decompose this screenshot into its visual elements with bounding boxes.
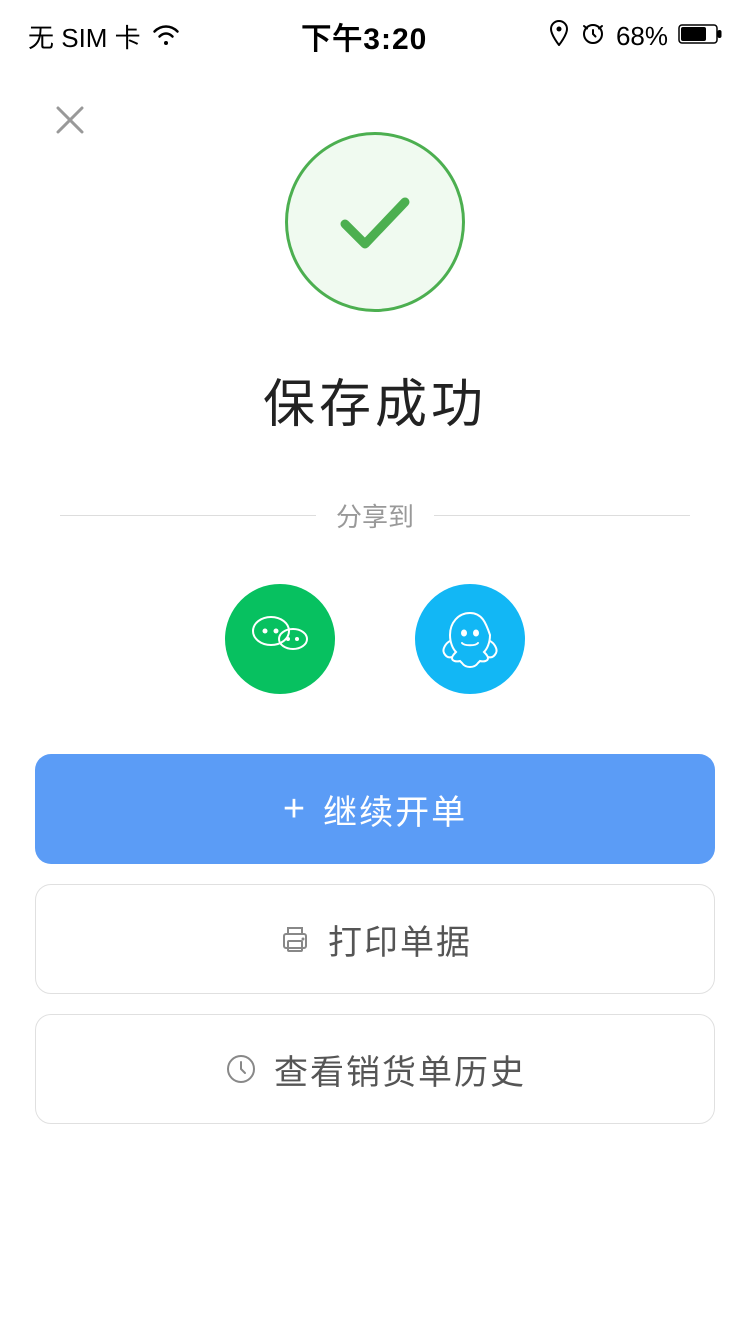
action-buttons: + 继续开单 打印单据 查看销货单历史 (35, 754, 715, 1124)
main-content: 保存成功 分享到 (0, 72, 750, 1124)
share-label: 分享到 (336, 497, 414, 534)
continue-button[interactable]: + 继续开单 (35, 754, 715, 864)
wechat-icon (247, 609, 313, 669)
divider-line-right (434, 515, 690, 516)
print-button[interactable]: 打印单据 (35, 884, 715, 994)
checkmark-icon (325, 172, 425, 272)
status-right: 68% (548, 20, 722, 53)
carrier-text: 无 SIM 卡 (28, 18, 141, 55)
share-icons (225, 584, 525, 694)
share-section: 分享到 (0, 497, 750, 694)
success-title: 保存成功 (263, 362, 487, 437)
history-button[interactable]: 查看销货单历史 (35, 1014, 715, 1124)
battery-text: 68% (616, 21, 668, 52)
qq-icon (440, 605, 500, 673)
divider-line-left (60, 515, 316, 516)
plus-icon: + (283, 788, 307, 831)
success-circle (285, 132, 465, 312)
status-bar: 无 SIM 卡 下午3:20 68% (0, 0, 750, 72)
continue-label: 继续开单 (323, 785, 467, 834)
status-time: 下午3:20 (301, 14, 427, 58)
wechat-share-button[interactable] (225, 584, 335, 694)
location-icon (548, 20, 570, 53)
close-button[interactable] (40, 90, 100, 150)
alarm-icon (580, 20, 606, 53)
status-left: 无 SIM 卡 (28, 18, 181, 55)
qq-share-button[interactable] (415, 584, 525, 694)
battery-icon (678, 21, 722, 52)
printer-icon (278, 922, 312, 956)
clock-icon (224, 1052, 258, 1086)
wifi-icon (151, 21, 181, 52)
print-label: 打印单据 (328, 915, 472, 964)
history-label: 查看销货单历史 (274, 1045, 526, 1094)
share-divider: 分享到 (0, 497, 750, 534)
